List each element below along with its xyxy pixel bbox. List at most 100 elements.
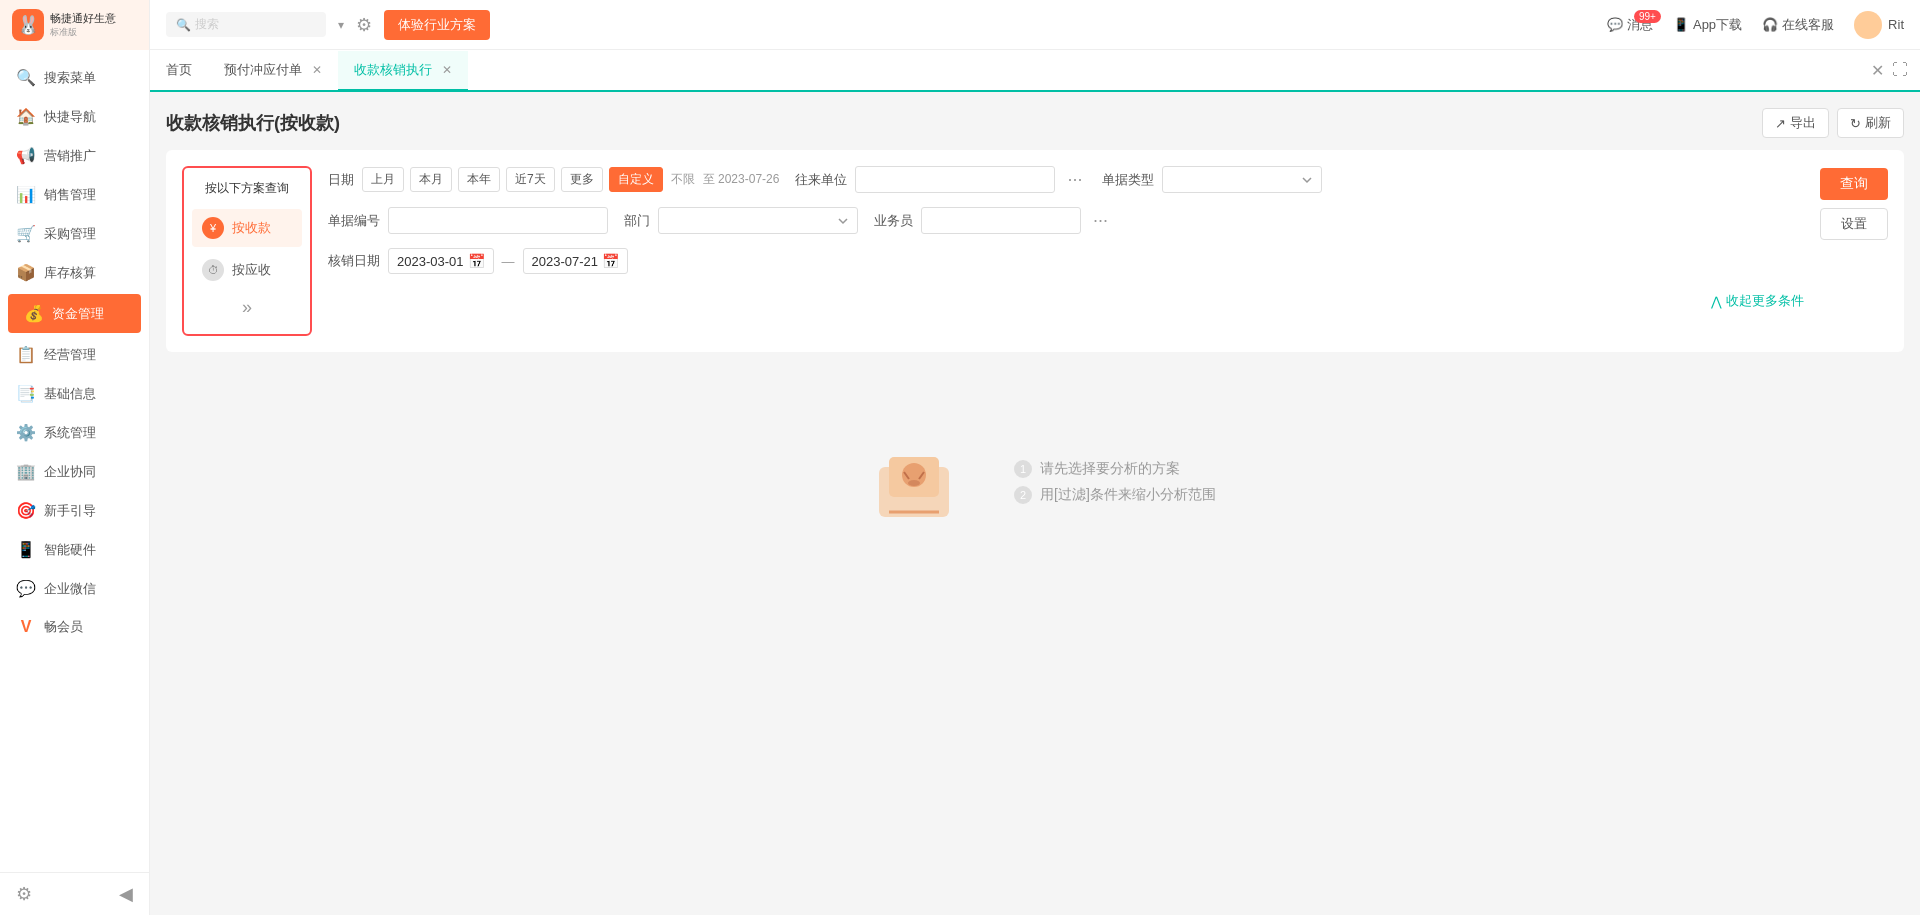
sidebar-item-marketing[interactable]: 📢 营销推广 bbox=[0, 136, 149, 175]
online-service-label: 在线客服 bbox=[1782, 16, 1834, 34]
sidebar-item-purchase[interactable]: 🛒 采购管理 bbox=[0, 214, 149, 253]
tab-bar: 首页 预付冲应付单 ✕ 收款核销执行 ✕ ✕ ⛶ bbox=[150, 50, 1920, 92]
tip-num-1: 1 bbox=[1014, 460, 1032, 478]
sidebar-item-finance[interactable]: 💰 资金管理 bbox=[8, 294, 141, 333]
smart-hw-icon: 📱 bbox=[16, 540, 36, 559]
tab-expand-icon[interactable]: ⛶ bbox=[1892, 61, 1908, 79]
date-btn-more[interactable]: 更多 bbox=[561, 167, 603, 192]
doc-type-label: 单据类型 bbox=[1102, 171, 1154, 189]
tab-prepay[interactable]: 预付冲应付单 ✕ bbox=[208, 51, 338, 91]
date-btn-this-month[interactable]: 本月 bbox=[410, 167, 452, 192]
filter-option-by-receivable[interactable]: ⏱ 按应收 bbox=[192, 251, 302, 289]
page-header: 收款核销执行(按收款) ↗ 导出 ↻ 刷新 bbox=[166, 108, 1904, 138]
topbar-right: 💬 消息 99+ 📱 App下载 🎧 在线客服 Rit bbox=[1607, 11, 1904, 39]
sidebar-item-quick-nav[interactable]: 🏠 快捷导航 bbox=[0, 97, 149, 136]
filter-option-by-receivable-label: 按应收 bbox=[232, 261, 271, 279]
sidebar-item-sales[interactable]: 📊 销售管理 bbox=[0, 175, 149, 214]
staff-input[interactable] bbox=[921, 207, 1081, 234]
message-badge: 99+ bbox=[1634, 10, 1661, 23]
collapse-more-btn[interactable]: ⋀ 收起更多条件 bbox=[1711, 288, 1804, 314]
date-btn-last-month[interactable]: 上月 bbox=[362, 167, 404, 192]
date-btn-custom[interactable]: 自定义 bbox=[609, 167, 663, 192]
topbar-gear-icon[interactable]: ⚙ bbox=[356, 14, 372, 36]
export-icon: ↗ bbox=[1775, 116, 1786, 131]
topbar-message[interactable]: 💬 消息 99+ bbox=[1607, 16, 1653, 34]
dept-select[interactable] bbox=[658, 207, 858, 234]
tab-receipt-offset-label: 收款核销执行 bbox=[354, 61, 432, 79]
topbar-chevron-icon[interactable]: ▾ bbox=[338, 18, 344, 32]
topbar-user[interactable]: Rit bbox=[1854, 11, 1904, 39]
sidebar-item-label: 经营管理 bbox=[44, 346, 96, 364]
sidebar-item-vip[interactable]: V 畅会员 bbox=[0, 608, 149, 646]
sidebar-item-enterprise[interactable]: 🏢 企业协同 bbox=[0, 452, 149, 491]
date-btn-this-year[interactable]: 本年 bbox=[458, 167, 500, 192]
sidebar-item-basic[interactable]: 📑 基础信息 bbox=[0, 374, 149, 413]
filter-field-doc-no: 单据编号 bbox=[328, 207, 608, 234]
tab-receipt-offset-close[interactable]: ✕ bbox=[442, 63, 452, 77]
counterpart-input[interactable] bbox=[855, 166, 1055, 193]
tab-prepay-close[interactable]: ✕ bbox=[312, 63, 322, 77]
topbar: 🔍 搜索 ▾ ⚙ 体验行业方案 💬 消息 99+ 📱 App下载 🎧 在线客服 … bbox=[150, 0, 1920, 50]
filter-action-buttons: 查询 设置 bbox=[1820, 166, 1888, 240]
sidebar-logo: 🐰 畅捷通好生意 标准版 bbox=[0, 0, 149, 50]
staff-label: 业务员 bbox=[874, 212, 913, 230]
content-area: 收款核销执行(按收款) ↗ 导出 ↻ 刷新 按以下方案查询 ¥ 按收款 bbox=[150, 92, 1920, 915]
writeoff-date-from-calendar-icon[interactable]: 📅 bbox=[468, 253, 485, 269]
filter-field-date: 日期 上月 本月 本年 近7天 更多 自定义 不限 bbox=[328, 167, 779, 192]
settings-btn[interactable]: 设置 bbox=[1820, 208, 1888, 240]
date-btn-7days[interactable]: 近7天 bbox=[506, 167, 555, 192]
sidebar-item-wechat[interactable]: 💬 企业微信 bbox=[0, 569, 149, 608]
tab-receipt-offset[interactable]: 收款核销执行 ✕ bbox=[338, 51, 468, 91]
industry-btn[interactable]: 体验行业方案 bbox=[384, 10, 490, 40]
page-actions: ↗ 导出 ↻ 刷新 bbox=[1762, 108, 1904, 138]
sidebar-item-system[interactable]: ⚙️ 系统管理 bbox=[0, 413, 149, 452]
app-icon: 📱 bbox=[1673, 17, 1689, 32]
empty-tip-1: 1 请先选择要分析的方案 bbox=[1014, 460, 1216, 478]
date-to-text: 至 2023-07-26 bbox=[703, 171, 780, 188]
filter-row-2: 单据编号 部门 业务员 bbox=[328, 207, 1804, 234]
home-icon: 🏠 bbox=[16, 107, 36, 126]
sidebar-item-search[interactable]: 🔍 搜索菜单 bbox=[0, 58, 149, 97]
topbar-online-service[interactable]: 🎧 在线客服 bbox=[1762, 16, 1834, 34]
sidebar-settings-icon[interactable]: ⚙ bbox=[16, 883, 32, 905]
doc-no-input[interactable] bbox=[388, 207, 608, 234]
filter-sidebar-collapse[interactable]: » bbox=[192, 293, 302, 322]
staff-ellipsis[interactable]: ··· bbox=[1089, 210, 1112, 231]
collapse-row: ⋀ 收起更多条件 bbox=[328, 288, 1804, 314]
doc-type-select[interactable] bbox=[1162, 166, 1322, 193]
empty-content: 1 请先选择要分析的方案 2 用[过滤]条件来缩小分析范围 bbox=[854, 432, 1216, 532]
sales-icon: 📊 bbox=[16, 185, 36, 204]
export-btn[interactable]: ↗ 导出 bbox=[1762, 108, 1829, 138]
sidebar-item-smart-hw[interactable]: 📱 智能硬件 bbox=[0, 530, 149, 569]
refresh-btn[interactable]: ↻ 刷新 bbox=[1837, 108, 1904, 138]
sidebar-item-newbie[interactable]: 🎯 新手引导 bbox=[0, 491, 149, 530]
sidebar-item-label: 销售管理 bbox=[44, 186, 96, 204]
message-icon: 💬 bbox=[1607, 17, 1623, 32]
query-btn[interactable]: 查询 bbox=[1820, 168, 1888, 200]
newbie-icon: 🎯 bbox=[16, 501, 36, 520]
sidebar-collapse-icon[interactable]: ◀ bbox=[119, 883, 133, 905]
search-icon: 🔍 bbox=[16, 68, 36, 87]
marketing-icon: 📢 bbox=[16, 146, 36, 165]
filter-field-staff: 业务员 ··· bbox=[874, 207, 1112, 234]
filter-field-doc-type: 单据类型 bbox=[1102, 166, 1322, 193]
empty-tip-2: 2 用[过滤]条件来缩小分析范围 bbox=[1014, 486, 1216, 504]
counterpart-ellipsis[interactable]: ··· bbox=[1063, 169, 1086, 190]
date-no-limit: 不限 bbox=[671, 171, 695, 188]
main-area: 🔍 搜索 ▾ ⚙ 体验行业方案 💬 消息 99+ 📱 App下载 🎧 在线客服 … bbox=[150, 0, 1920, 915]
filter-row-1: 日期 上月 本月 本年 近7天 更多 自定义 不限 bbox=[328, 166, 1804, 193]
sidebar-item-inventory[interactable]: 📦 库存核算 bbox=[0, 253, 149, 292]
topbar-search[interactable]: 🔍 搜索 bbox=[166, 12, 326, 37]
topbar-app-download[interactable]: 📱 App下载 bbox=[1673, 16, 1742, 34]
sidebar-item-operation[interactable]: 📋 经营管理 bbox=[0, 335, 149, 374]
filter-option-by-receipt-label: 按收款 bbox=[232, 219, 271, 237]
date-range-separator: — bbox=[502, 254, 515, 269]
receipt-option-icon: ¥ bbox=[202, 217, 224, 239]
filter-row-3: 核销日期 2023-03-01 📅 — 2023-07-21 📅 bbox=[328, 248, 1804, 274]
tab-close-all-icon[interactable]: ✕ bbox=[1871, 61, 1884, 80]
writeoff-date-to-calendar-icon[interactable]: 📅 bbox=[602, 253, 619, 269]
filter-option-by-receipt[interactable]: ¥ 按收款 bbox=[192, 209, 302, 247]
app-download-label: App下载 bbox=[1693, 16, 1742, 34]
sidebar-item-label: 畅会员 bbox=[44, 618, 83, 636]
tab-home[interactable]: 首页 bbox=[150, 50, 208, 90]
